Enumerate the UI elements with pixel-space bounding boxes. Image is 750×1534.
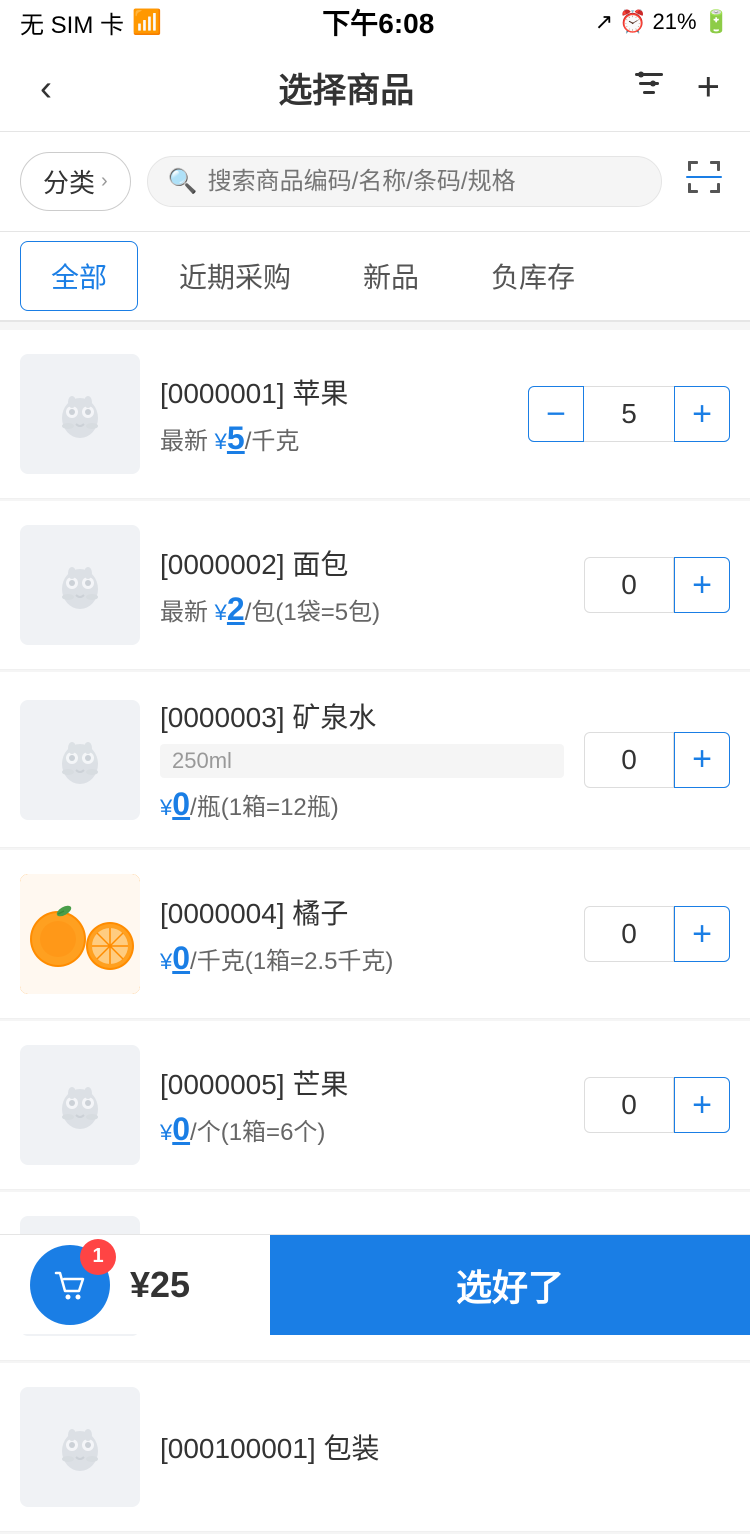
back-button[interactable]: ‹ [30, 57, 62, 119]
increase-button-0000005[interactable]: + [674, 1077, 730, 1133]
cart-button[interactable]: 1 [30, 1245, 110, 1325]
currency-icon-0000002: ¥ [215, 600, 227, 625]
wifi-icon: 📶 [132, 8, 162, 37]
currency-icon-0000003: ¥ [160, 795, 172, 820]
filter-bar: 分类 › 🔍 [0, 132, 750, 232]
search-input[interactable] [208, 168, 641, 196]
product-name-0000002: [0000002] 面包 [160, 543, 564, 583]
product-spec-0000003: 250ml [160, 744, 564, 778]
price-prefix-0000002: 最新 [160, 599, 208, 626]
product-thumb-0000003 [20, 700, 140, 820]
product-list: [0000001] 苹果 最新 ¥5/千克 − + [0, 330, 750, 1532]
confirm-button[interactable]: 选好了 [270, 1235, 750, 1335]
price-unit-0000001: /千克 [245, 428, 300, 455]
product-item-000100001: [000100001] 包装 [0, 1363, 750, 1532]
quantity-control-0000001: − + [528, 386, 730, 442]
quantity-input-0000002[interactable] [584, 557, 674, 613]
product-thumb-0000001 [20, 354, 140, 474]
product-name-0000004: [0000004] 橘子 [160, 892, 564, 932]
quantity-input-0000001[interactable] [584, 386, 674, 442]
chevron-right-icon: › [101, 170, 108, 193]
product-item-0000005: [0000005] 芒果 ¥0/个(1箱=6个) + [0, 1021, 750, 1190]
price-value-0000001: 5 [227, 420, 245, 456]
nav-actions: + [631, 65, 720, 110]
quantity-control-0000003: + [584, 732, 730, 788]
cart-total: ¥25 [130, 1264, 190, 1306]
price-value-0000003: 0 [172, 786, 190, 822]
price-unit-0000005: /个(1箱=6个) [190, 1119, 325, 1146]
product-price-0000003: ¥0/瓶(1箱=12瓶) [160, 786, 564, 823]
product-price-0000005: ¥0/个(1箱=6个) [160, 1111, 564, 1148]
product-item-0000001: [0000001] 苹果 最新 ¥5/千克 − + [0, 330, 750, 499]
tab-negative[interactable]: 负库存 [460, 241, 606, 311]
search-box[interactable]: 🔍 [147, 156, 662, 207]
increase-button-0000001[interactable]: + [674, 386, 730, 442]
quantity-control-0000004: + [584, 906, 730, 962]
product-name-0000001: [0000001] 苹果 [160, 372, 508, 412]
bottom-bar: 1 ¥25 选好了 [0, 1234, 750, 1334]
currency-icon-0000005: ¥ [160, 1120, 172, 1145]
product-price-0000001: 最新 ¥5/千克 [160, 420, 508, 457]
category-button[interactable]: 分类 › [20, 152, 131, 211]
product-item-0000004: [0000004] 橘子 ¥0/千克(1箱=2.5千克) + [0, 850, 750, 1019]
alarm-icon: ⏰ [619, 9, 646, 35]
increase-button-0000004[interactable]: + [674, 906, 730, 962]
decrease-button-0000001[interactable]: − [528, 386, 584, 442]
scan-icon[interactable] [678, 151, 730, 212]
product-price-0000004: ¥0/千克(1箱=2.5千克) [160, 940, 564, 977]
product-info-0000002: [0000002] 面包 最新 ¥2/包(1袋=5包) [160, 543, 564, 628]
price-unit-0000002: /包(1袋=5包) [245, 599, 380, 626]
product-price-0000002: 最新 ¥2/包(1袋=5包) [160, 591, 564, 628]
product-info-000100001: [000100001] 包装 [160, 1427, 730, 1467]
quantity-control-0000005: + [584, 1077, 730, 1133]
product-name-0000005: [0000005] 芒果 [160, 1063, 564, 1103]
product-thumb-0000004 [20, 874, 140, 994]
price-prefix-0000001: 最新 [160, 428, 208, 455]
cart-badge: 1 [80, 1239, 116, 1275]
add-icon[interactable]: + [697, 65, 720, 110]
product-item-0000003: [0000003] 矿泉水 250ml ¥0/瓶(1箱=12瓶) + [0, 672, 750, 848]
increase-button-0000003[interactable]: + [674, 732, 730, 788]
product-name-000100001: [000100001] 包装 [160, 1427, 730, 1467]
status-time: 下午6:08 [322, 2, 434, 42]
product-info-0000004: [0000004] 橘子 ¥0/千克(1箱=2.5千克) [160, 892, 564, 977]
currency-icon-0000004: ¥ [160, 949, 172, 974]
product-info-0000003: [0000003] 矿泉水 250ml ¥0/瓶(1箱=12瓶) [160, 696, 564, 823]
battery-icon: 🔋 [703, 9, 730, 35]
product-info-0000001: [0000001] 苹果 最新 ¥5/千克 [160, 372, 508, 457]
price-value-0000004: 0 [172, 940, 190, 976]
tab-new[interactable]: 新品 [332, 241, 450, 311]
cart-section: 1 ¥25 [0, 1245, 270, 1325]
search-icon: 🔍 [168, 167, 198, 196]
product-item-0000002: [0000002] 面包 最新 ¥2/包(1袋=5包) + [0, 501, 750, 670]
status-right: ↗ ⏰ 21% 🔋 [595, 9, 730, 35]
category-label: 分类 [43, 163, 95, 200]
price-value-0000005: 0 [172, 1111, 190, 1147]
product-name-0000003: [0000003] 矿泉水 [160, 696, 564, 736]
location-icon: ↗ [595, 9, 613, 35]
tab-bar: 全部 近期采购 新品 负库存 [0, 232, 750, 322]
quantity-control-0000002: + [584, 557, 730, 613]
product-thumb-000100001 [20, 1387, 140, 1507]
quantity-input-0000003[interactable] [584, 732, 674, 788]
currency-icon-0000001: ¥ [215, 429, 227, 454]
tab-recent[interactable]: 近期采购 [148, 241, 322, 311]
product-thumb-0000005 [20, 1045, 140, 1165]
quantity-input-0000004[interactable] [584, 906, 674, 962]
battery-label: 21% [653, 9, 697, 35]
price-unit-0000003: /瓶(1箱=12瓶) [190, 794, 339, 821]
nav-title: 选择商品 [278, 63, 414, 112]
increase-button-0000002[interactable]: + [674, 557, 730, 613]
status-bar: 无 SIM 卡 📶 下午6:08 ↗ ⏰ 21% 🔋 [0, 0, 750, 44]
price-value-0000002: 2 [227, 591, 245, 627]
product-info-0000005: [0000005] 芒果 ¥0/个(1箱=6个) [160, 1063, 564, 1148]
status-left: 无 SIM 卡 📶 [20, 5, 162, 40]
tab-all[interactable]: 全部 [20, 241, 138, 311]
product-thumb-0000002 [20, 525, 140, 645]
nav-bar: ‹ 选择商品 + [0, 44, 750, 132]
price-unit-0000004: /千克(1箱=2.5千克) [190, 948, 393, 975]
carrier-label: 无 SIM 卡 [20, 5, 124, 40]
quantity-input-0000005[interactable] [584, 1077, 674, 1133]
filter-icon[interactable] [631, 65, 667, 110]
